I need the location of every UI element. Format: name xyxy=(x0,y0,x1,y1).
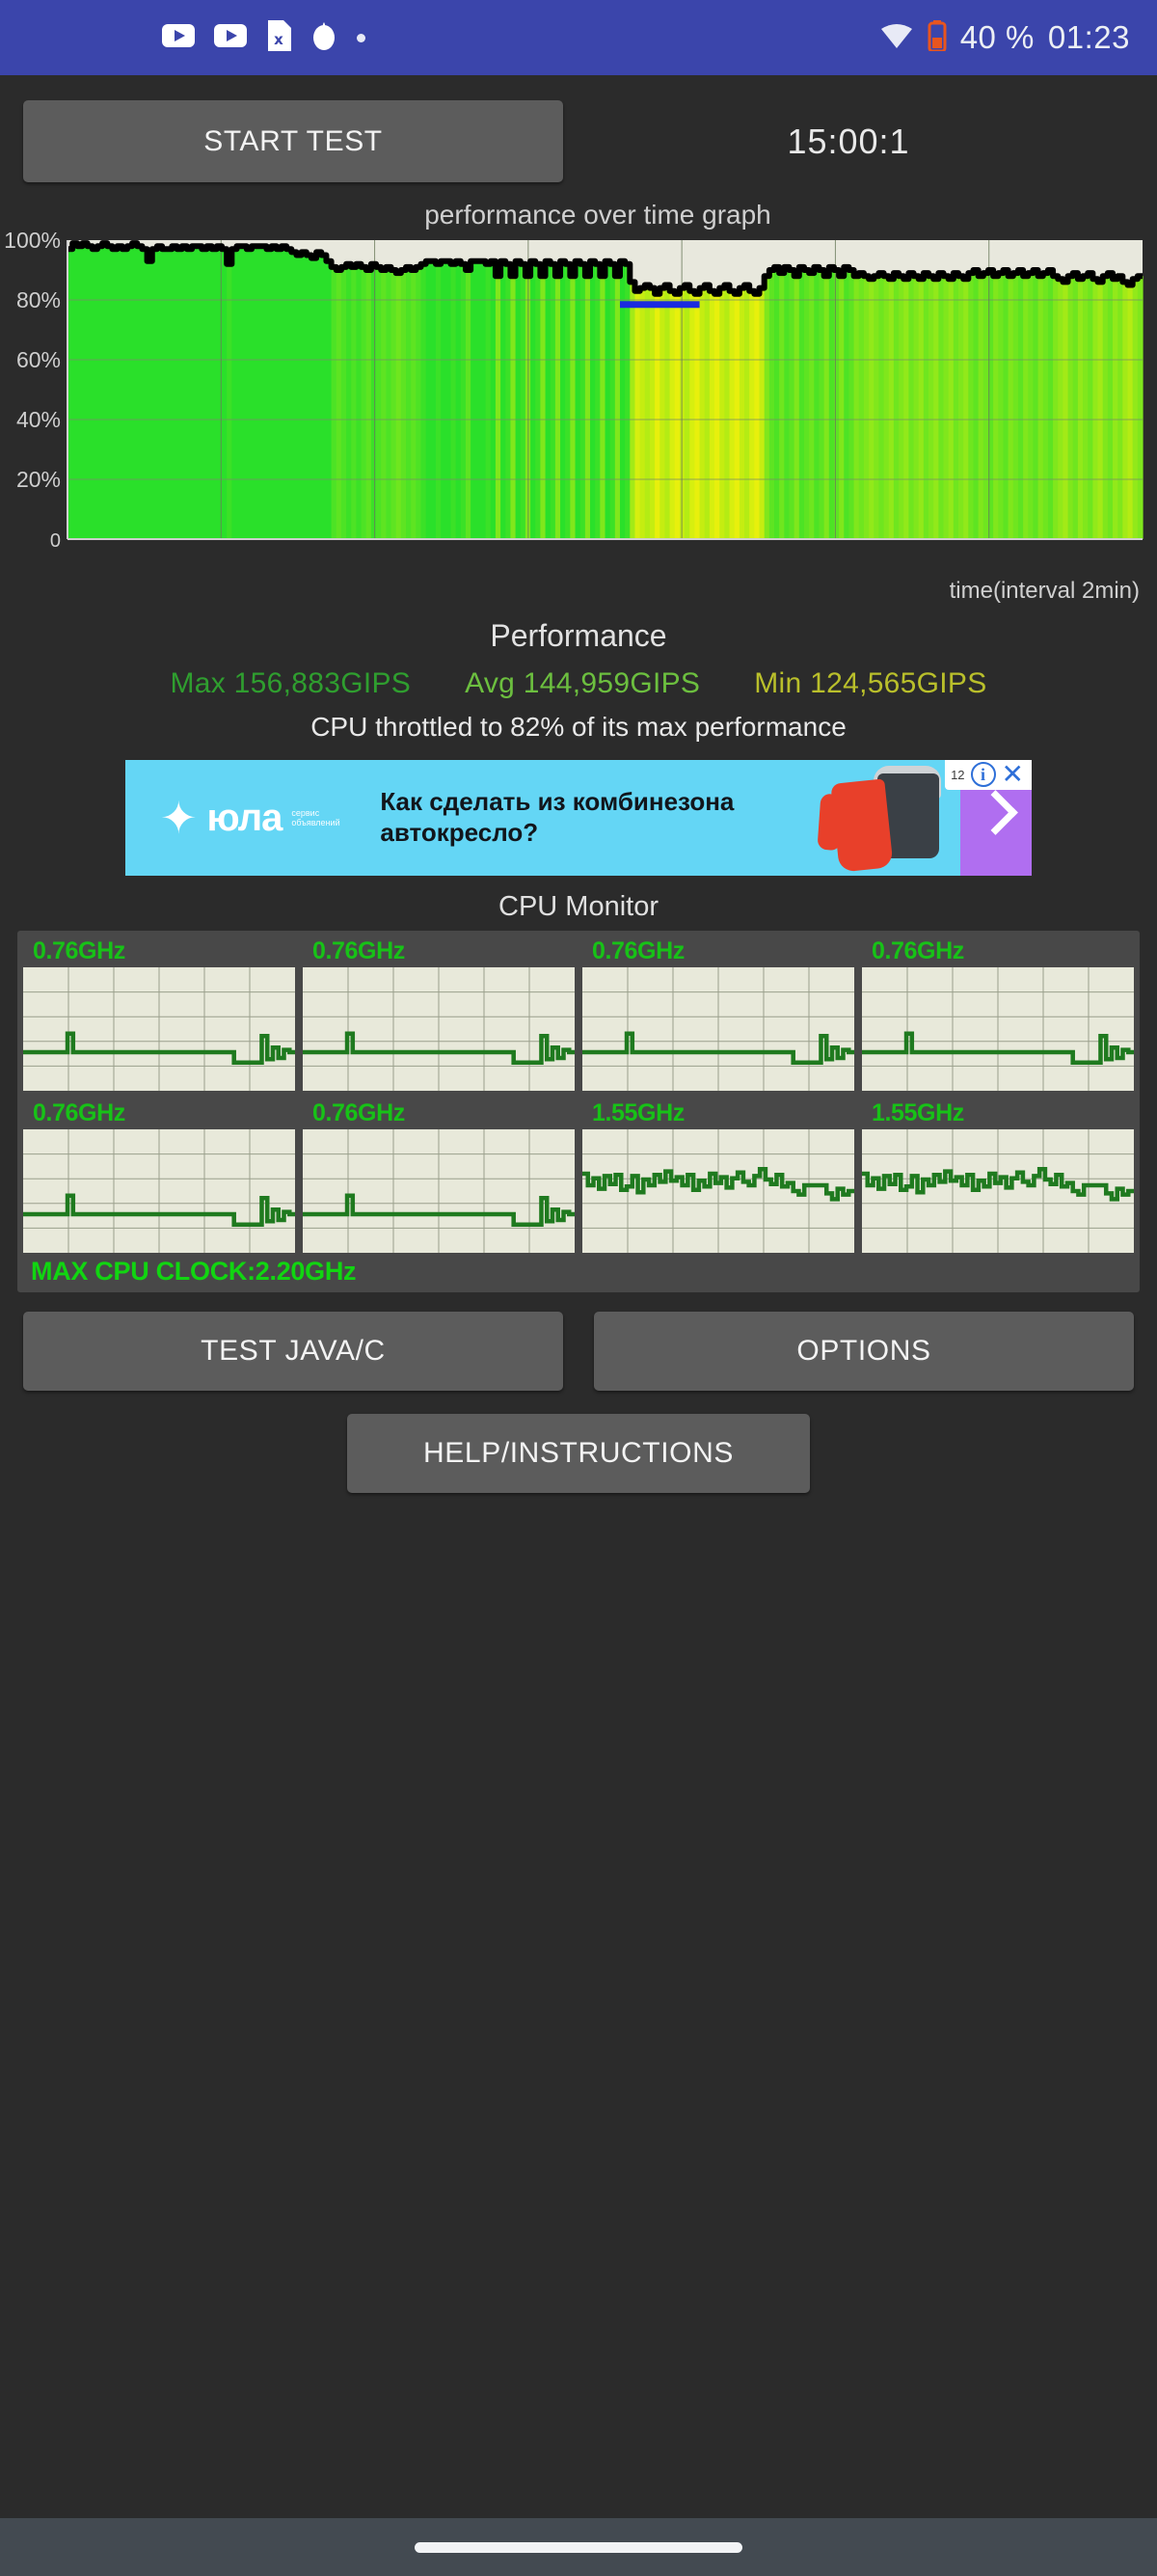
ad-image xyxy=(816,760,960,876)
start-test-button[interactable]: START TEST xyxy=(23,100,563,182)
svg-text:0: 0 xyxy=(50,530,61,552)
cpu-core-1: 0.76GHz xyxy=(23,936,295,1091)
ad-logo: ✦ юла сервис объявлений xyxy=(125,796,351,840)
wifi-icon xyxy=(879,21,914,55)
close-icon[interactable]: ✕ xyxy=(1002,761,1024,788)
ad-brand-name: юла xyxy=(206,796,283,839)
svg-text:20%: 20% xyxy=(16,467,61,492)
cpu-core-8: 1.55GHz xyxy=(862,1098,1134,1253)
options-button[interactable]: OPTIONS xyxy=(594,1312,1134,1391)
cpu-core-frequency: 0.76GHz xyxy=(33,1099,125,1126)
cpu-core-graph xyxy=(582,967,854,1091)
ad-controls: 12 i ✕ xyxy=(945,760,1032,790)
cpu-core-2: 0.76GHz xyxy=(303,936,575,1091)
stat-max: Max 156,883GIPS xyxy=(170,667,412,699)
performance-stats: Max 156,883GIPS Avg 144,959GIPS Min 124,… xyxy=(0,667,1157,700)
ad-brand-subtitle: сервис объявлений xyxy=(291,807,340,827)
youtube-icon xyxy=(214,23,247,52)
cpu-core-frequency: 0.76GHz xyxy=(872,937,964,964)
battery-percent: 40 % xyxy=(959,19,1035,55)
cpu-core-5: 0.76GHz xyxy=(23,1098,295,1253)
cpu-monitor-panel: 0.76GHz 0.76GHz 0.76GHz 0.76GHz 0.76GHz 0.76G… xyxy=(17,931,1140,1292)
cpu-monitor-title: CPU Monitor xyxy=(498,891,659,922)
ad-headline: Как сделать из комбинезона автокресло? xyxy=(380,787,735,847)
ad-banner[interactable]: ✦ юла сервис объявлений Как сделать из к… xyxy=(125,760,1032,876)
test-java-c-button[interactable]: TEST JAVA/C xyxy=(23,1312,563,1391)
dot-icon xyxy=(357,33,365,42)
cpu-core-grid: 0.76GHz 0.76GHz 0.76GHz 0.76GHz 0.76GHz 0.76G… xyxy=(23,936,1134,1253)
status-bar-clock: 01:23 xyxy=(1047,19,1130,55)
stat-avg: Avg 144,959GIPS xyxy=(465,667,701,699)
stat-min: Min 124,565GIPS xyxy=(754,667,987,699)
test-timer: 15:00:1 xyxy=(787,121,910,161)
cpu-core-graph xyxy=(23,967,295,1091)
svg-text:40%: 40% xyxy=(16,407,61,432)
cpu-core-graph xyxy=(862,967,1134,1091)
svg-text:60%: 60% xyxy=(16,347,61,372)
help-instructions-button[interactable]: HELP/INSTRUCTIONS xyxy=(347,1414,810,1493)
svg-text:x: x xyxy=(274,31,283,48)
sparkle-icon: ✦ xyxy=(160,793,198,843)
performance-section-title: Performance xyxy=(490,618,667,653)
max-cpu-clock: MAX CPU CLOCK:2.20GHz xyxy=(31,1257,357,1286)
chart-title: performance over time graph xyxy=(424,200,771,230)
battery-icon xyxy=(928,19,947,56)
cpu-core-frequency: 0.76GHz xyxy=(592,937,685,964)
help-button-row: HELP/INSTRUCTIONS xyxy=(0,1414,1157,1493)
chart-x-axis-label: time(interval 2min) xyxy=(949,578,1140,604)
cpu-core-4: 0.76GHz xyxy=(862,936,1134,1091)
svg-text:100%: 100% xyxy=(4,232,61,253)
status-bar-system-icons: 40 % 01:23 xyxy=(879,19,1130,56)
file-x-icon: x xyxy=(266,19,291,56)
cpu-core-frequency: 0.76GHz xyxy=(33,937,125,964)
cpu-core-7: 1.55GHz xyxy=(582,1098,854,1253)
cpu-core-graph xyxy=(862,1129,1134,1253)
cpu-core-frequency: 1.55GHz xyxy=(872,1099,964,1126)
performance-chart: 0 20% 40% 60% 80% 100% xyxy=(0,232,1157,580)
flame-icon xyxy=(310,20,337,56)
ad-suit-shape xyxy=(830,778,894,873)
top-controls: START TEST 15:00:1 xyxy=(0,75,1157,182)
android-navigation-bar xyxy=(0,2518,1157,2576)
cpu-core-3: 0.76GHz xyxy=(582,936,854,1091)
ad-count-badge: 12 xyxy=(951,767,965,782)
home-gesture-pill[interactable] xyxy=(415,2541,742,2553)
cpu-core-graph xyxy=(582,1129,854,1253)
action-button-row: TEST JAVA/C OPTIONS xyxy=(0,1292,1157,1391)
cpu-core-graph xyxy=(303,1129,575,1253)
cpu-core-frequency: 0.76GHz xyxy=(312,937,405,964)
svg-text:80%: 80% xyxy=(16,287,61,312)
cpu-core-graph xyxy=(303,967,575,1091)
info-icon[interactable]: i xyxy=(970,762,996,787)
youtube-icon xyxy=(162,23,195,52)
status-bar-notification-icons: x xyxy=(162,19,365,56)
status-bar: x 40 % 01:23 xyxy=(0,0,1157,75)
throttle-note: CPU throttled to 82% of its max performa… xyxy=(310,712,847,742)
cpu-core-frequency: 1.55GHz xyxy=(592,1099,685,1126)
cpu-core-frequency: 0.76GHz xyxy=(312,1099,405,1126)
ad-banner-container: ✦ юла сервис объявлений Как сделать из к… xyxy=(0,760,1157,876)
cpu-core-graph xyxy=(23,1129,295,1253)
cpu-core-6: 0.76GHz xyxy=(303,1098,575,1253)
